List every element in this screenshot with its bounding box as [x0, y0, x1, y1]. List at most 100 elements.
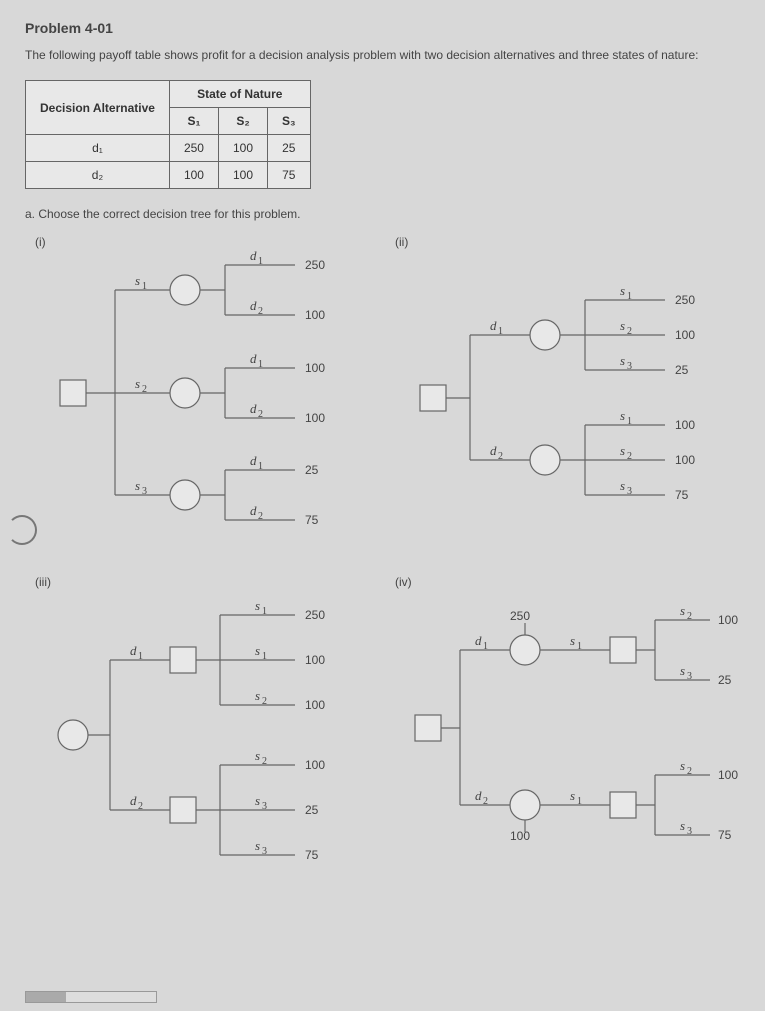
svg-text:1: 1	[258, 461, 263, 472]
svg-text:25: 25	[305, 463, 319, 477]
row-label: d₂	[26, 162, 170, 189]
svg-text:d: d	[250, 503, 257, 518]
svg-text:2: 2	[142, 384, 147, 395]
svg-text:250: 250	[675, 293, 695, 307]
cell: 100	[218, 162, 267, 189]
svg-text:2: 2	[258, 409, 263, 420]
option-iii-label[interactable]: (iii)	[35, 575, 51, 589]
svg-text:100: 100	[305, 361, 325, 375]
svg-text:100: 100	[675, 453, 695, 467]
row-label: d₁	[26, 135, 170, 162]
svg-text:100: 100	[305, 698, 325, 712]
svg-text:d: d	[490, 443, 497, 458]
svg-text:2: 2	[627, 451, 632, 462]
svg-text:250: 250	[510, 609, 530, 623]
svg-text:25: 25	[718, 673, 732, 687]
svg-text:s: s	[135, 376, 140, 391]
cell: 100	[169, 162, 218, 189]
svg-text:s: s	[570, 633, 575, 648]
svg-text:d: d	[475, 788, 482, 803]
problem-title: Problem 4-01	[25, 20, 740, 36]
svg-text:d: d	[250, 351, 257, 366]
svg-text:3: 3	[627, 361, 632, 372]
svg-text:d: d	[250, 298, 257, 313]
svg-text:d: d	[490, 318, 497, 333]
tree-ii: d1 s1 250 s2 100 s3 25 d2 s1 100 s2 100 …	[415, 275, 745, 525]
cell: 100	[218, 135, 267, 162]
svg-text:100: 100	[305, 653, 325, 667]
answer-selector-icon[interactable]	[7, 515, 37, 545]
svg-text:2: 2	[687, 611, 692, 622]
svg-text:100: 100	[675, 328, 695, 342]
svg-text:d: d	[250, 248, 257, 263]
svg-text:250: 250	[305, 258, 325, 272]
svg-text:1: 1	[262, 606, 267, 617]
svg-text:25: 25	[305, 803, 319, 817]
svg-text:s: s	[620, 353, 625, 368]
intro-text: The following payoff table shows profit …	[25, 48, 740, 62]
svg-text:1: 1	[138, 651, 143, 662]
svg-text:2: 2	[258, 306, 263, 317]
svg-text:s: s	[620, 283, 625, 298]
svg-text:1: 1	[498, 326, 503, 337]
svg-text:100: 100	[718, 613, 738, 627]
svg-text:d: d	[130, 643, 137, 658]
table-row: d₂ 100 100 75	[26, 162, 311, 189]
svg-text:s: s	[135, 273, 140, 288]
svg-text:250: 250	[305, 608, 325, 622]
svg-text:75: 75	[675, 488, 689, 502]
decision-header: Decision Alternative	[26, 81, 170, 135]
tree-iv: d1 250 s1 s2 100 s3 25 d2 100 s1 s2 100 …	[410, 585, 750, 885]
svg-text:s: s	[620, 478, 625, 493]
svg-text:1: 1	[258, 256, 263, 267]
cell: 75	[268, 162, 311, 189]
svg-text:s: s	[680, 818, 685, 833]
svg-text:d: d	[475, 633, 482, 648]
svg-text:3: 3	[687, 826, 692, 837]
svg-text:1: 1	[483, 641, 488, 652]
svg-text:s: s	[255, 793, 260, 808]
svg-text:3: 3	[262, 846, 267, 857]
svg-text:s: s	[680, 603, 685, 618]
svg-text:2: 2	[483, 796, 488, 807]
svg-text:s: s	[255, 748, 260, 763]
svg-text:100: 100	[510, 829, 530, 843]
table-row: d₁ 250 100 25	[26, 135, 311, 162]
svg-text:3: 3	[262, 801, 267, 812]
svg-text:25: 25	[675, 363, 689, 377]
svg-text:d: d	[250, 401, 257, 416]
svg-text:1: 1	[262, 651, 267, 662]
svg-text:1: 1	[142, 281, 147, 292]
option-i-label[interactable]: (i)	[35, 235, 46, 249]
svg-text:2: 2	[138, 801, 143, 812]
cell: 250	[169, 135, 218, 162]
svg-text:2: 2	[258, 511, 263, 522]
question-text: a. Choose the correct decision tree for …	[25, 207, 740, 221]
svg-text:2: 2	[627, 326, 632, 337]
cell: 25	[268, 135, 311, 162]
svg-text:1: 1	[627, 291, 632, 302]
option-ii-label[interactable]: (ii)	[395, 235, 408, 249]
svg-text:75: 75	[305, 848, 319, 862]
svg-text:2: 2	[262, 756, 267, 767]
svg-text:100: 100	[305, 308, 325, 322]
svg-text:1: 1	[627, 416, 632, 427]
svg-text:s: s	[620, 318, 625, 333]
horizontal-scrollbar[interactable]	[25, 991, 157, 1003]
svg-text:s: s	[255, 643, 260, 658]
svg-text:75: 75	[718, 828, 732, 842]
svg-text:100: 100	[675, 418, 695, 432]
svg-text:s: s	[255, 688, 260, 703]
svg-text:s: s	[680, 758, 685, 773]
svg-text:75: 75	[305, 513, 319, 527]
tree-iii: d1 s1 250 s1 100 s2 100 d2 s2 100 s3 25 …	[55, 580, 375, 900]
svg-text:s: s	[255, 838, 260, 853]
svg-text:d: d	[130, 793, 137, 808]
state-header: State of Nature	[169, 81, 310, 108]
col-s2: S₂	[218, 108, 267, 135]
tree-i: s1 d1 250 d2 100 s2 d1 100 d2 100 s3 d1 …	[55, 235, 375, 545]
svg-text:2: 2	[498, 451, 503, 462]
col-s1: S₁	[169, 108, 218, 135]
svg-text:2: 2	[262, 696, 267, 707]
col-s3: S₃	[268, 108, 311, 135]
